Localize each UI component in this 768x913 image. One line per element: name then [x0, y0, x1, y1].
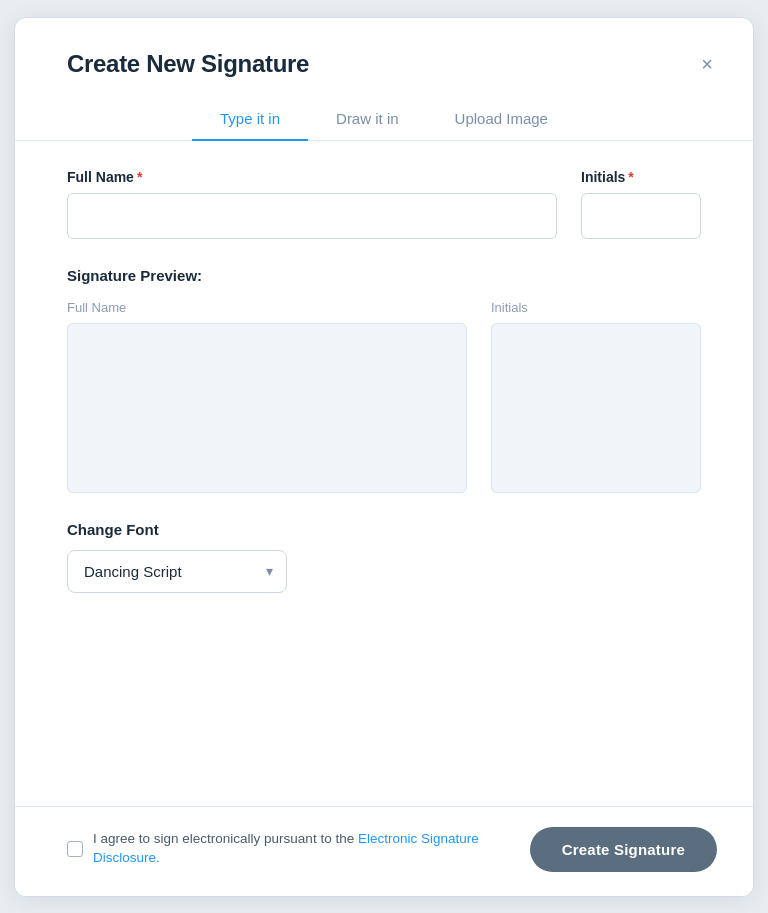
form-input-row: Full Name* Initials* — [67, 169, 701, 239]
font-select[interactable]: Dancing Script Pacifico Great Vibes Sati… — [67, 550, 287, 593]
full-name-label: Full Name* — [67, 169, 557, 185]
initials-preview-box — [491, 323, 701, 493]
create-signature-modal: Create New Signature × Type it in Draw i… — [14, 17, 754, 897]
preview-section-title: Signature Preview: — [67, 267, 701, 284]
tabs-container: Type it in Draw it in Upload Image — [15, 98, 753, 141]
change-font-section: Change Font Dancing Script Pacifico Grea… — [67, 521, 701, 593]
close-button[interactable]: × — [697, 50, 717, 78]
agreement-text: I agree to sign electronically pursuant … — [93, 830, 530, 868]
initials-input[interactable] — [581, 193, 701, 239]
font-select-wrapper: Dancing Script Pacifico Great Vibes Sati… — [67, 550, 287, 593]
full-name-input[interactable] — [67, 193, 557, 239]
modal-footer: I agree to sign electronically pursuant … — [15, 806, 753, 896]
full-name-required: * — [137, 169, 142, 185]
preview-row: Full Name Initials — [67, 300, 701, 493]
full-name-preview-label: Full Name — [67, 300, 467, 315]
initials-required: * — [628, 169, 633, 185]
initials-label: Initials* — [581, 169, 701, 185]
full-name-preview-box — [67, 323, 467, 493]
signature-preview-section: Signature Preview: Full Name Initials — [67, 267, 701, 493]
change-font-label: Change Font — [67, 521, 701, 538]
initials-preview-label: Initials — [491, 300, 701, 315]
tab-draw-it-in[interactable]: Draw it in — [308, 98, 427, 141]
tab-type-it-in[interactable]: Type it in — [192, 98, 308, 141]
modal-body: Full Name* Initials* Signature Preview: … — [15, 141, 753, 806]
agreement-row: I agree to sign electronically pursuant … — [67, 830, 530, 868]
initials-group: Initials* — [581, 169, 701, 239]
create-signature-button[interactable]: Create Signature — [530, 827, 717, 872]
modal-title: Create New Signature — [67, 50, 309, 78]
modal-header: Create New Signature × — [15, 18, 753, 98]
full-name-group: Full Name* — [67, 169, 557, 239]
agreement-checkbox[interactable] — [67, 841, 83, 857]
full-name-preview-group: Full Name — [67, 300, 467, 493]
initials-preview-group: Initials — [491, 300, 701, 493]
tab-upload-image[interactable]: Upload Image — [427, 98, 576, 141]
